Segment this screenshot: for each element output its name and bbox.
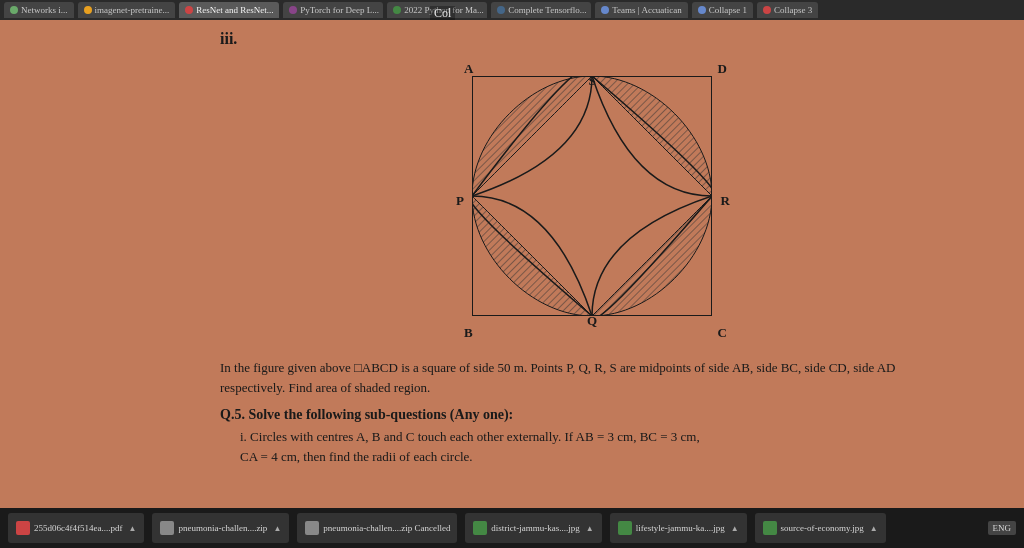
taskbar-item-pdf[interactable]: 255d06c4f4f514ea....pdf ▲ (8, 513, 144, 543)
tab-collapse1[interactable]: Collapse 1 (692, 2, 753, 18)
browser-tab-bar: Networks i... imagenet-pretraine... ResN… (0, 0, 1024, 20)
label-R: R (721, 193, 730, 209)
taskbar-item-jpg3[interactable]: source-of-economy.jpg ▲ (755, 513, 886, 543)
figure-svg (472, 76, 712, 316)
tab-imagenet[interactable]: imagenet-pretraine... (78, 2, 176, 18)
taskbar: 255d06c4f4f514ea....pdf ▲ pneumonia-chal… (0, 508, 1024, 548)
figure-container: A D B C S P Q R (220, 56, 964, 346)
label-B: B (464, 325, 473, 341)
language-badge: ENG (988, 521, 1017, 535)
figure-box: A D B C S P Q R (452, 56, 732, 346)
tab-pytorch[interactable]: PyTorch for Deep L... (283, 2, 383, 18)
taskbar-item-jpg2[interactable]: lifestyle-jammu-ka....jpg ▲ (610, 513, 747, 543)
label-C: C (718, 325, 727, 341)
taskbar-item-zip2[interactable]: pneumonia-challen....zip Cancelled ▲ (297, 513, 457, 543)
svg-rect-0 (472, 76, 712, 316)
tab-teams[interactable]: Teams | Accuatican (595, 2, 688, 18)
sub-question-i: i. Circles with centres A, B and C touch… (240, 427, 964, 447)
label-D: D (718, 61, 727, 77)
tab-tensorflow[interactable]: Complete Tensorflo... (491, 2, 591, 18)
taskbar-right: ENG (988, 521, 1017, 535)
label-P: P (456, 193, 464, 209)
label-A: A (464, 61, 473, 77)
problem-text: In the figure given above □ABCD is a squ… (220, 358, 900, 397)
sub-question-i-cont: CA = 4 cm, then find the radii of each c… (240, 447, 964, 467)
taskbar-item-jpg1[interactable]: district-jammu-kas....jpg ▲ (465, 513, 601, 543)
tab-resnet[interactable]: ResNet and ResNet... (179, 2, 279, 18)
taskbar-item-zip1[interactable]: pneumonia-challen....zip ▲ (152, 513, 289, 543)
tab-collapse3[interactable]: Collapse 3 (757, 2, 818, 18)
problem-number: iii. (220, 30, 964, 48)
col-label: Col (430, 6, 455, 20)
tab-networks[interactable]: Networks i... (4, 2, 74, 18)
q5-header: Q.5. Solve the following sub-questions (… (220, 407, 964, 423)
main-content: iii. A D B C S P Q R (0, 20, 1024, 508)
